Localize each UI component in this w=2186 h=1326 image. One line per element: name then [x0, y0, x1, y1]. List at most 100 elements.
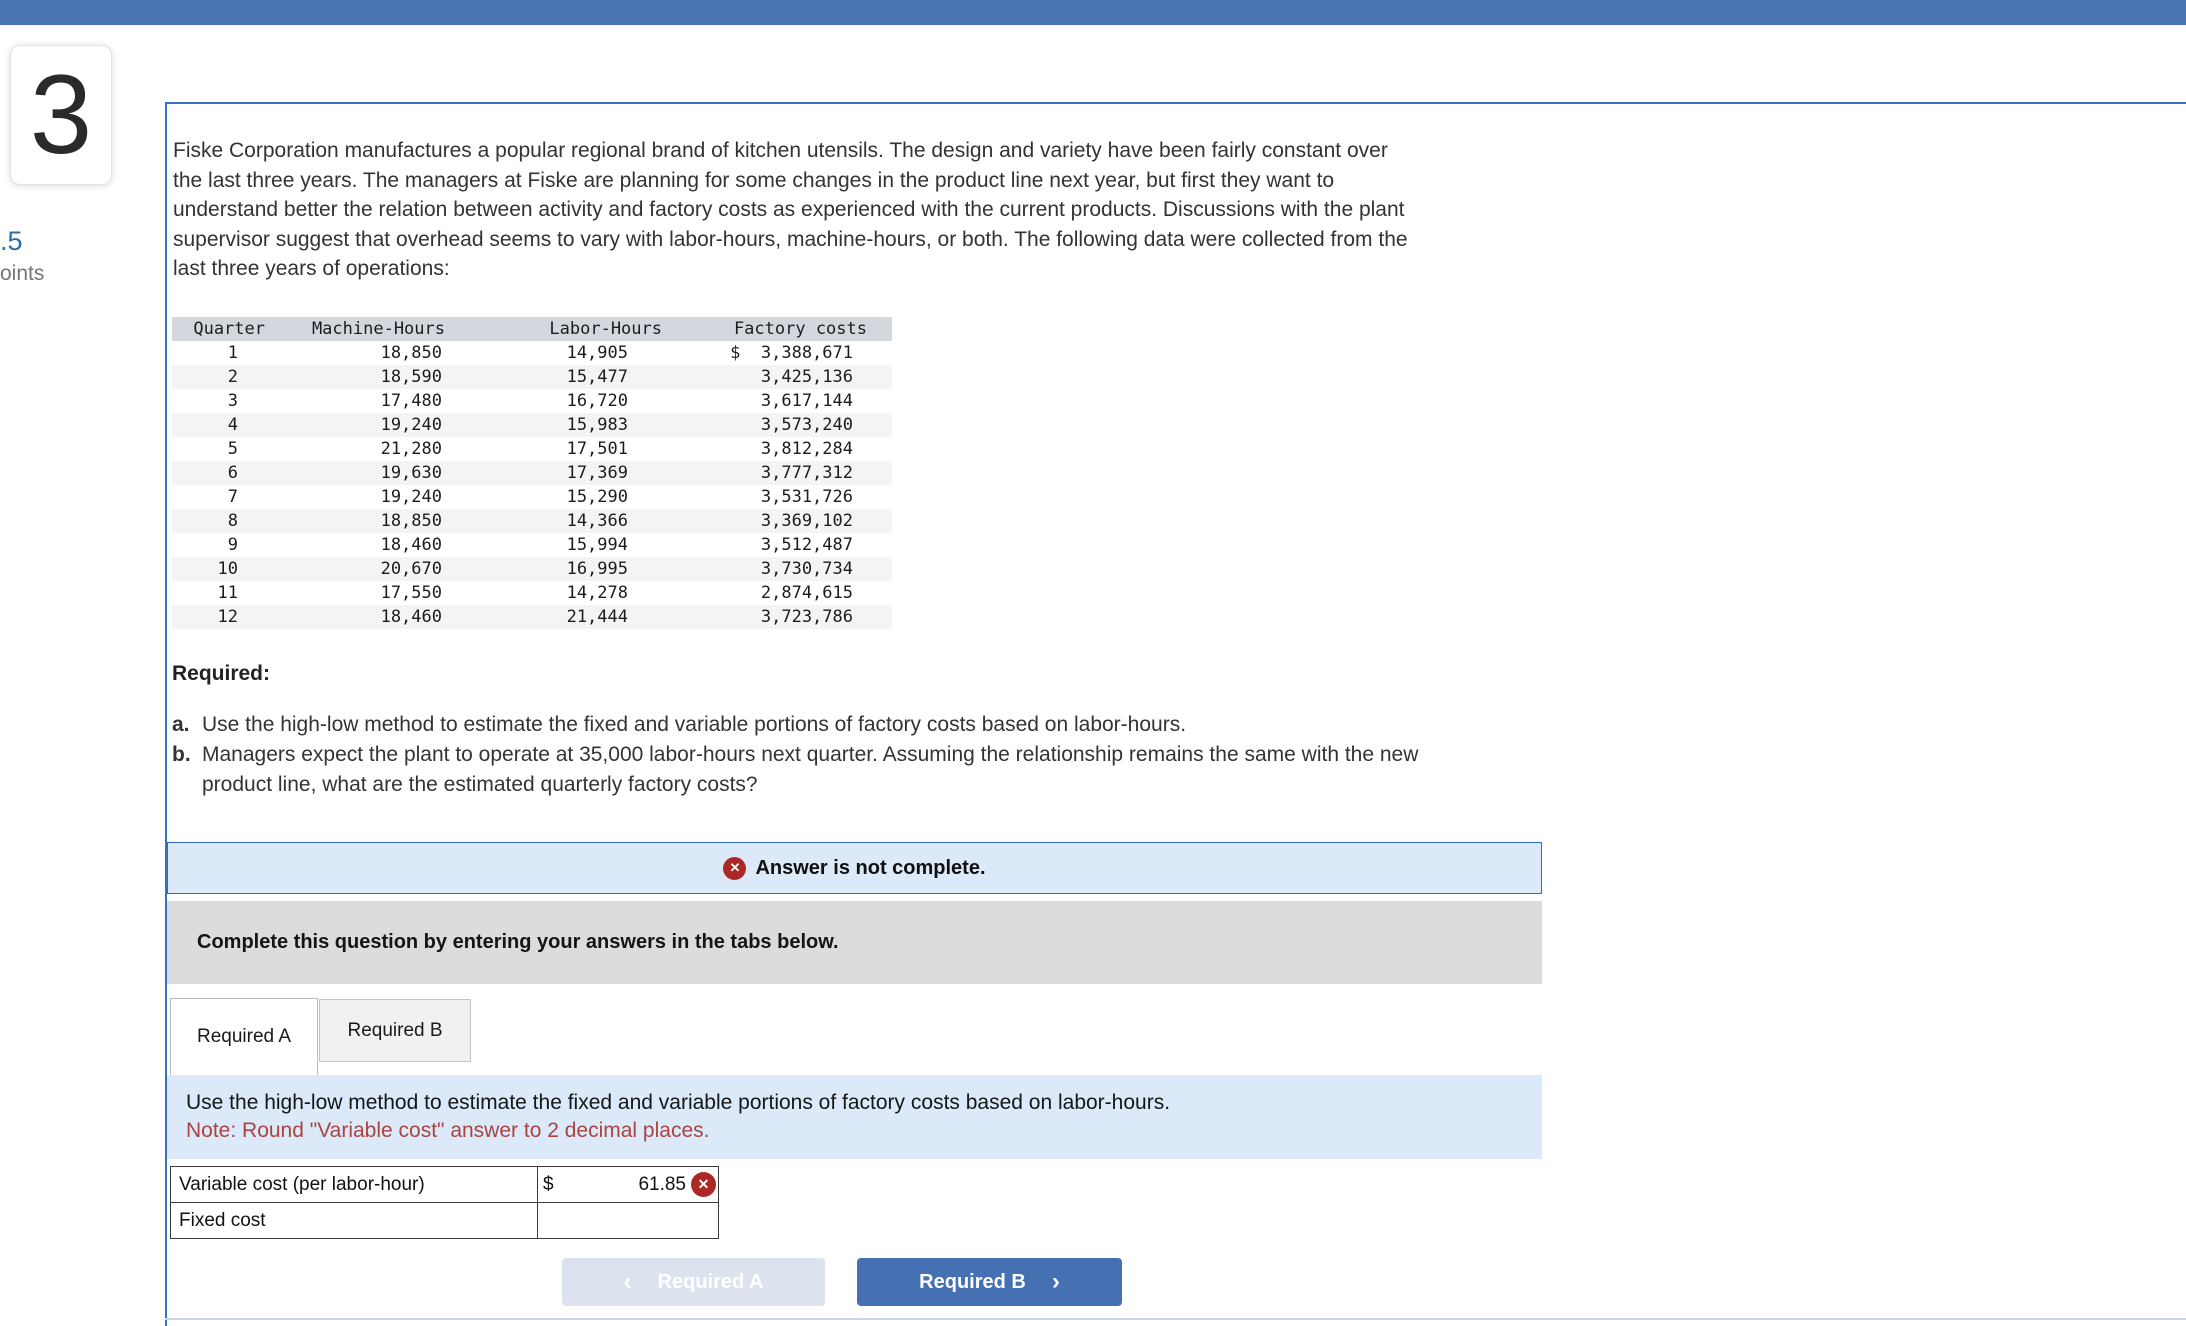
- table-cell: 21,444: [460, 605, 675, 629]
- currency-symbol: $: [543, 1173, 554, 1195]
- incorrect-x-icon: ✕: [691, 1172, 716, 1197]
- answer-label-fixed-cost: Fixed cost: [170, 1202, 538, 1239]
- table-header-row: Quarter Machine-Hours Labor-Hours Factor…: [172, 317, 892, 341]
- required-heading: Required:: [172, 662, 271, 685]
- chevron-left-icon: ‹: [623, 1268, 632, 1295]
- column-header-labor-hours: Labor-Hours: [460, 317, 675, 341]
- column-header-machine-hours: Machine-Hours: [290, 317, 460, 341]
- top-navigation-bar: [0, 0, 2186, 25]
- table-row: 3 17,480 16,720 3,617,144: [172, 389, 892, 413]
- table-cell: 18,460: [380, 535, 442, 555]
- instruction-text: Complete this question by entering your …: [197, 931, 839, 953]
- table-row: 4 19,240 15,983 3,573,240: [172, 413, 892, 437]
- chevron-right-icon: ›: [1051, 1268, 1060, 1295]
- table-cell: 3: [227, 391, 238, 411]
- table-cell: 14,366: [460, 509, 675, 533]
- next-button-label: Required B: [919, 1270, 1026, 1293]
- table-cell: 18,590: [290, 365, 460, 389]
- table-cell: 3,777,312: [675, 461, 892, 485]
- x-circle-icon: ✕: [723, 856, 747, 880]
- table-cell: 7: [227, 487, 238, 507]
- previous-button-label: Required A: [657, 1270, 764, 1293]
- table-cell: 3,617,144: [760, 391, 853, 411]
- table-cell: 18,460: [290, 605, 460, 629]
- table-cell: 3,730,734: [675, 557, 892, 581]
- table-cell: 18,850: [290, 509, 460, 533]
- variable-cost-input-cell[interactable]: $ 61.85 ✕: [537, 1166, 719, 1203]
- table-cell: 15,983: [460, 413, 675, 437]
- table-row: 8 18,850 14,366 3,369,102: [172, 509, 892, 533]
- table-cell: 20,670: [290, 557, 460, 581]
- points-value: .5: [0, 226, 23, 256]
- table-cell: 19,240: [380, 487, 442, 507]
- problem-statement: Fiske Corporation manufactures a popular…: [173, 139, 1408, 280]
- column-header-quarter: Quarter: [172, 317, 290, 341]
- column-header-factory-costs: Factory costs: [675, 317, 892, 341]
- table-cell: 15,477: [460, 365, 675, 389]
- question-box-top-border: [165, 102, 2186, 104]
- table-cell: 17,501: [566, 439, 628, 459]
- table-row: 9 18,460 15,994 3,512,487: [172, 533, 892, 557]
- data-table-body: 1 18,850 14,905 $ 3,388,671 2 18,590 15,477 3,4…: [172, 341, 892, 629]
- table-cell: 14,905: [566, 343, 628, 363]
- table-cell: 3,812,284: [760, 439, 853, 459]
- table-cell: 19,630: [290, 461, 460, 485]
- table-row: 2 18,590 15,477 3,425,136: [172, 365, 892, 389]
- tab-required-a[interactable]: Required A: [170, 998, 318, 1075]
- fixed-cost-input-cell[interactable]: [537, 1202, 719, 1239]
- next-required-b-button[interactable]: Required B ›: [857, 1258, 1122, 1306]
- answer-row-variable-cost: Variable cost (per labor-hour) $ 61.85 ✕: [170, 1166, 719, 1203]
- table-cell: 11: [217, 583, 238, 603]
- table-cell: 10: [172, 557, 290, 581]
- table-cell: 17,480: [380, 391, 442, 411]
- table-cell: $ 3,388,671: [730, 343, 853, 363]
- required-item-a: a. Use the high-low method to estimate t…: [172, 710, 1186, 740]
- table-row: 11 17,550 14,278 2,874,615: [172, 581, 892, 605]
- table-cell: 15,290: [566, 487, 628, 507]
- table-cell: 3,573,240: [675, 413, 892, 437]
- points-label: oints: [0, 262, 45, 285]
- table-row: 1 18,850 14,905 $ 3,388,671: [172, 341, 892, 365]
- table-row: 5 21,280 17,501 3,812,284: [172, 437, 892, 461]
- table-cell: 5: [227, 439, 238, 459]
- table-cell: 16,720: [566, 391, 628, 411]
- tab-instruction-panel: Use the high-low method to estimate the …: [167, 1075, 1542, 1159]
- table-cell: 2,874,615: [760, 583, 853, 603]
- table-row: 10 20,670 16,995 3,730,734: [172, 557, 892, 581]
- operations-data-table: Quarter Machine-Hours Labor-Hours Factor…: [172, 317, 892, 629]
- table-cell: 17,369: [460, 461, 675, 485]
- table-cell: 2: [172, 365, 290, 389]
- table-cell: 8: [172, 509, 290, 533]
- required-item-a-text: Use the high-low method to estimate the …: [202, 713, 1187, 736]
- table-cell: 3,369,102: [675, 509, 892, 533]
- instruction-box: Complete this question by entering your …: [167, 901, 1542, 984]
- tab-required-b[interactable]: Required B: [319, 999, 471, 1062]
- answer-status-banner: ✕ Answer is not complete.: [167, 842, 1542, 894]
- table-cell: 6: [172, 461, 290, 485]
- question-box-bottom-border: [165, 1318, 2186, 1320]
- tab-panel-note: Note: Round "Variable cost" answer to 2 …: [186, 1119, 710, 1142]
- table-cell: 3,723,786: [675, 605, 892, 629]
- question-number-box: 3: [10, 45, 112, 185]
- table-row: 12 18,460 21,444 3,723,786: [172, 605, 892, 629]
- required-item-b-text: Managers expect the plant to operate at …: [202, 743, 1419, 796]
- table-cell: 15,994: [566, 535, 628, 555]
- table-cell: 12: [172, 605, 290, 629]
- answer-row-fixed-cost: Fixed cost: [170, 1202, 719, 1239]
- answer-label-variable-cost: Variable cost (per labor-hour): [170, 1166, 538, 1203]
- required-item-a-label: a.: [172, 713, 190, 736]
- previous-required-a-button[interactable]: ‹ Required A: [562, 1258, 825, 1306]
- tab-panel-instruction: Use the high-low method to estimate the …: [186, 1091, 1171, 1114]
- table-cell: 21,280: [380, 439, 442, 459]
- table-cell: 3,512,487: [760, 535, 853, 555]
- table-header: Quarter Machine-Hours Labor-Hours Factor…: [172, 317, 892, 341]
- table-cell: 18,850: [380, 343, 442, 363]
- table-cell: 3,425,136: [675, 365, 892, 389]
- table-cell: 4: [172, 413, 290, 437]
- required-item-b: b. Managers expect the plant to operate …: [172, 740, 1418, 799]
- table-cell: 14,278: [566, 583, 628, 603]
- table-cell: 17,550: [380, 583, 442, 603]
- question-number: 3: [29, 52, 93, 177]
- table-cell: 19,240: [290, 413, 460, 437]
- required-item-b-label: b.: [172, 743, 191, 766]
